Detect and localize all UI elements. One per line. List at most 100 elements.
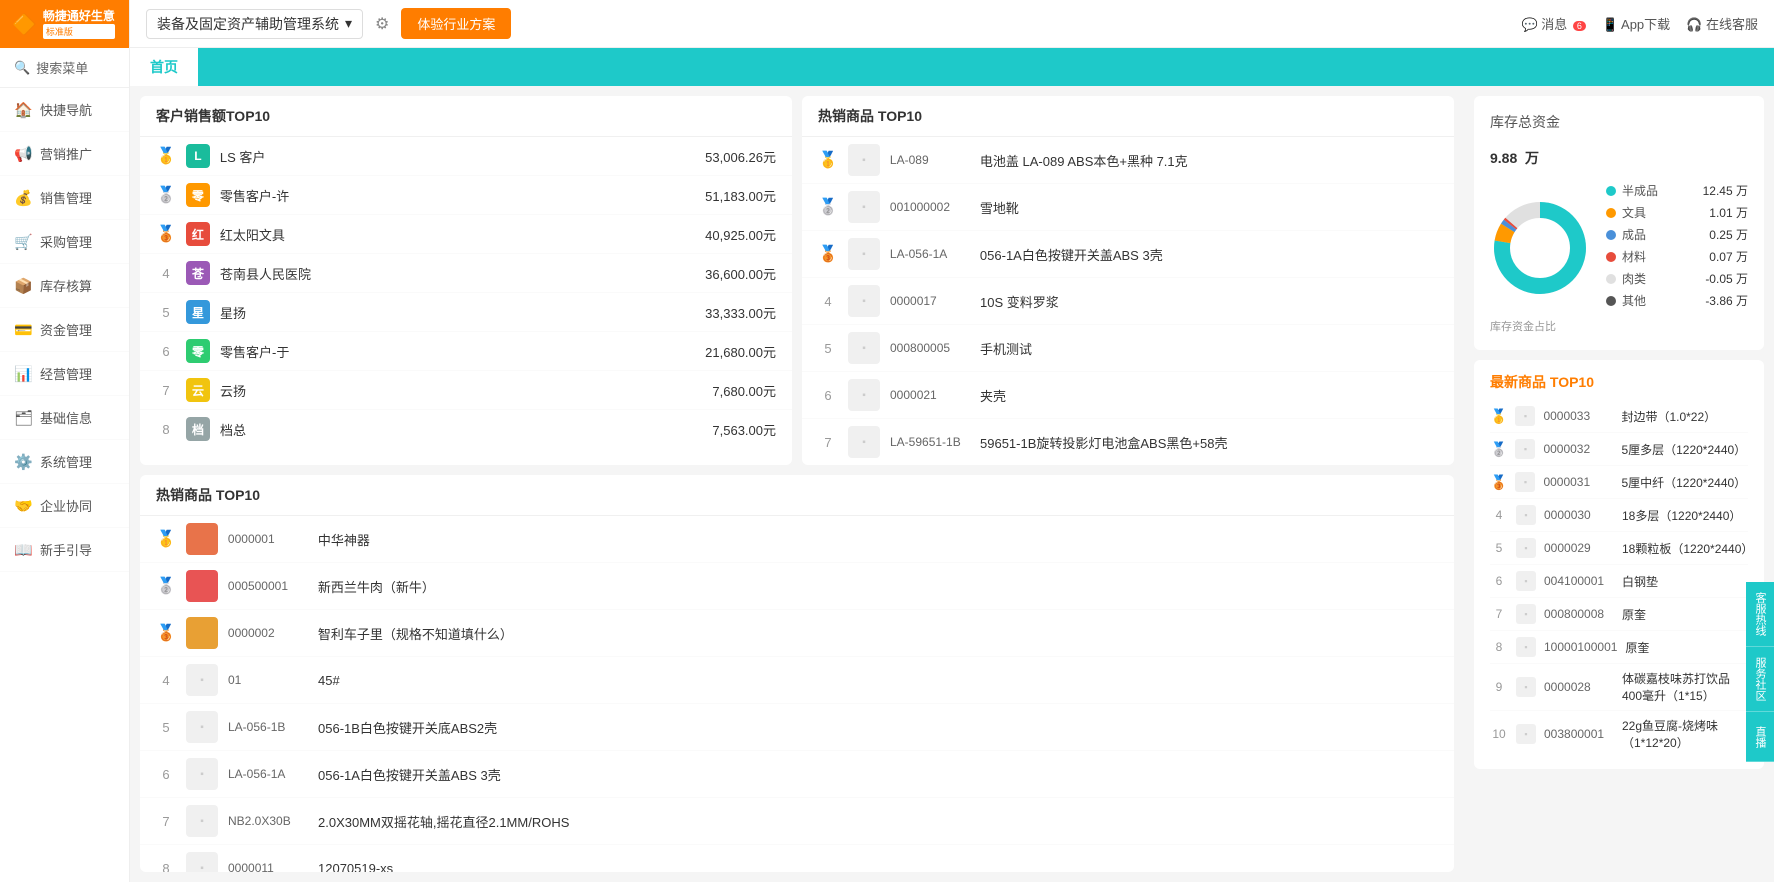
rank-number: 8 <box>1490 640 1508 654</box>
product-name: 封边带（1.0*22） <box>1621 408 1748 425</box>
sidebar-nav-item-6[interactable]: 📊经营管理 <box>0 352 129 396</box>
nav-icon-4: 📦 <box>14 277 32 295</box>
customer-amount: 21,680.00元 <box>705 342 776 361</box>
customer-row: 7云云扬7,680.00元 <box>140 371 792 410</box>
donut-legend: 半成品12.45 万文具1.01 万成品0.25 万材料0.07 万肉类-0.0… <box>1606 182 1748 314</box>
sidebar-nav-item-3[interactable]: 🛒采购管理 <box>0 220 129 264</box>
product-name: 5厘中纤（1220*2440） <box>1621 474 1748 491</box>
logo-icon: 🔶 <box>12 12 37 37</box>
inventory-panel: 库存总资金 9.88 万 <box>1474 96 1764 350</box>
product-thumb: ▪ <box>848 285 880 317</box>
nav-icon-9: 🤝 <box>14 497 32 515</box>
app-badge: 标准版 <box>43 24 115 39</box>
legend-row: 半成品12.45 万 <box>1606 182 1748 199</box>
product-sales-row: 🥈▪001000002雪地靴 <box>802 184 1454 231</box>
customer-row: 4苍苍南县人民医院36,600.00元 <box>140 254 792 293</box>
product-thumb <box>186 523 218 555</box>
sidebar-nav-item-10[interactable]: 📖新手引导 <box>0 528 129 572</box>
sidebar-nav-item-1[interactable]: 📢营销推广 <box>0 132 129 176</box>
sidebar-nav-item-4[interactable]: 📦 库存核算 <box>0 264 129 308</box>
sidebar-nav-item-2[interactable]: 💰销售管理 <box>0 176 129 220</box>
float-service-live[interactable]: 直播 <box>1746 712 1774 762</box>
medal-bronze-icon: 🥉 <box>1490 474 1507 491</box>
legend-dot <box>1606 274 1616 284</box>
sidebar-nav-item-9[interactable]: 🤝企业协同 <box>0 484 129 528</box>
float-service: 客服热线 服务社区 直播 <box>1746 582 1774 762</box>
product-code: LA-056-1A <box>890 247 970 261</box>
message-icon: 💬 <box>1521 17 1537 32</box>
online-service-link[interactable]: 🎧 在线客服 <box>1686 14 1758 33</box>
legend-label: 肉类 <box>1622 270 1699 287</box>
product-thumb: ▪ <box>1516 677 1536 697</box>
product-sales-row: 🥉▪LA-056-1A056-1A白色按键开关盖ABS 3壳 <box>802 231 1454 278</box>
product-sales-row: 5▪000800005手机测试 <box>802 325 1454 372</box>
medal-gold-icon: 🥇 <box>156 146 176 166</box>
sidebar-search-label: 搜索菜单 <box>36 58 88 77</box>
medal-silver-icon: 🥈 <box>156 576 176 596</box>
topbar: 装备及固定资产辅助管理系统 ▾ ⚙ 体验行业方案 💬 消息 6 📱 App下载 … <box>130 0 1774 48</box>
rank-number: 5 <box>1490 541 1508 555</box>
product-name: 中华神器 <box>318 530 1438 549</box>
rank-number: 4 <box>156 673 176 688</box>
medal-gold-icon: 🥇 <box>818 150 838 170</box>
product-sales-ranking-title: 热销商品 TOP10 <box>818 106 922 126</box>
product-thumb: ▪ <box>848 144 880 176</box>
product-code: LA-056-1A <box>228 767 308 781</box>
nav-label-4: 库存核算 <box>40 276 92 295</box>
rank-number: 6 <box>156 344 176 359</box>
product-thumb: ▪ <box>1515 472 1535 492</box>
tab-home[interactable]: 首页 <box>130 48 198 86</box>
hot-products-header: 热销商品 TOP10 <box>140 475 1454 516</box>
product-thumb: ▪ <box>1516 604 1536 624</box>
float-service-hotline[interactable]: 客服热线 <box>1746 582 1774 647</box>
sidebar-nav-item-7[interactable]: 🗂基础信息 <box>0 396 129 440</box>
nav-label-3: 采购管理 <box>40 232 92 251</box>
product-name: 10S 变料罗浆 <box>980 292 1438 311</box>
product-name: 18多层（1220*2440） <box>1622 507 1748 524</box>
customer-name: 红太阳文具 <box>220 225 695 244</box>
nav-icon-1: 📢 <box>14 145 32 163</box>
sidebar-nav-item-8[interactable]: ⚙️系统管理 <box>0 440 129 484</box>
app-download-link[interactable]: 📱 App下载 <box>1602 14 1670 33</box>
system-selector[interactable]: 装备及固定资产辅助管理系统 ▾ <box>146 9 363 39</box>
phone-icon: 📱 <box>1602 17 1618 32</box>
search-icon: 🔍 <box>14 60 30 76</box>
customer-name: 零售客户-许 <box>220 186 695 205</box>
legend-label: 成品 <box>1622 226 1703 243</box>
product-code: 0000033 <box>1543 409 1613 423</box>
medal-silver-icon: 🥈 <box>156 185 176 205</box>
product-code: 0000030 <box>1544 508 1614 522</box>
hot-product-row: 5▪LA-056-1B056-1B白色按键开关底ABS2壳 <box>140 704 1454 751</box>
product-name: 22g鱼豆腐-烧烤味（1*12*20） <box>1622 717 1748 751</box>
sidebar-logo: 🔶 畅捷通好生意 标准版 <box>0 0 129 48</box>
settings-icon[interactable]: ⚙ <box>375 14 389 34</box>
sidebar-nav-item-5[interactable]: 💳资金管理 <box>0 308 129 352</box>
product-code: 0000001 <box>228 532 308 546</box>
customer-amount: 7,680.00元 <box>712 381 776 400</box>
sidebar-search[interactable]: 🔍 搜索菜单 <box>0 48 129 88</box>
rank-number: 5 <box>156 720 176 735</box>
product-thumb: ▪ <box>186 711 218 743</box>
product-code: 0000028 <box>1544 680 1614 694</box>
product-thumb: ▪ <box>1516 505 1536 525</box>
rank-number: 9 <box>1490 680 1508 694</box>
rank-number: 7 <box>1490 607 1508 621</box>
nav-icon-0: 🏠 <box>14 101 32 119</box>
customer-ranking-table: 🥇LLS 客户53,006.26元🥈零零售客户-许51,183.00元🥉红红太阳… <box>140 137 792 448</box>
messages-link[interactable]: 💬 消息 6 <box>1521 14 1585 33</box>
product-name: 59651-1B旋转投影灯电池盒ABS黑色+58壳 <box>980 433 1438 452</box>
newest-product-row: 7▪000800008原奎 <box>1490 598 1748 631</box>
newest-products-list: 🥇▪0000033封边带（1.0*22）🥈▪00000325厘多层（1220*2… <box>1490 400 1748 757</box>
trial-button[interactable]: 体验行业方案 <box>401 8 511 39</box>
product-code: 000800008 <box>1544 607 1614 621</box>
product-name: 5厘多层（1220*2440） <box>1621 441 1748 458</box>
legend-label: 半成品 <box>1622 182 1697 199</box>
sidebar-nav-item-0[interactable]: 🏠快捷导航 <box>0 88 129 132</box>
newest-products-title: 最新商品 TOP10 <box>1490 372 1748 392</box>
float-service-community[interactable]: 服务社区 <box>1746 647 1774 712</box>
inventory-subtitle: 库存资金占比 <box>1490 318 1748 334</box>
product-name: 智利车子里（规格不知道填什么） <box>318 624 1438 643</box>
customer-amount: 33,333.00元 <box>705 303 776 322</box>
medal-bronze-icon: 🥉 <box>156 623 176 643</box>
product-name: 056-1A白色按键开关盖ABS 3壳 <box>980 245 1438 264</box>
